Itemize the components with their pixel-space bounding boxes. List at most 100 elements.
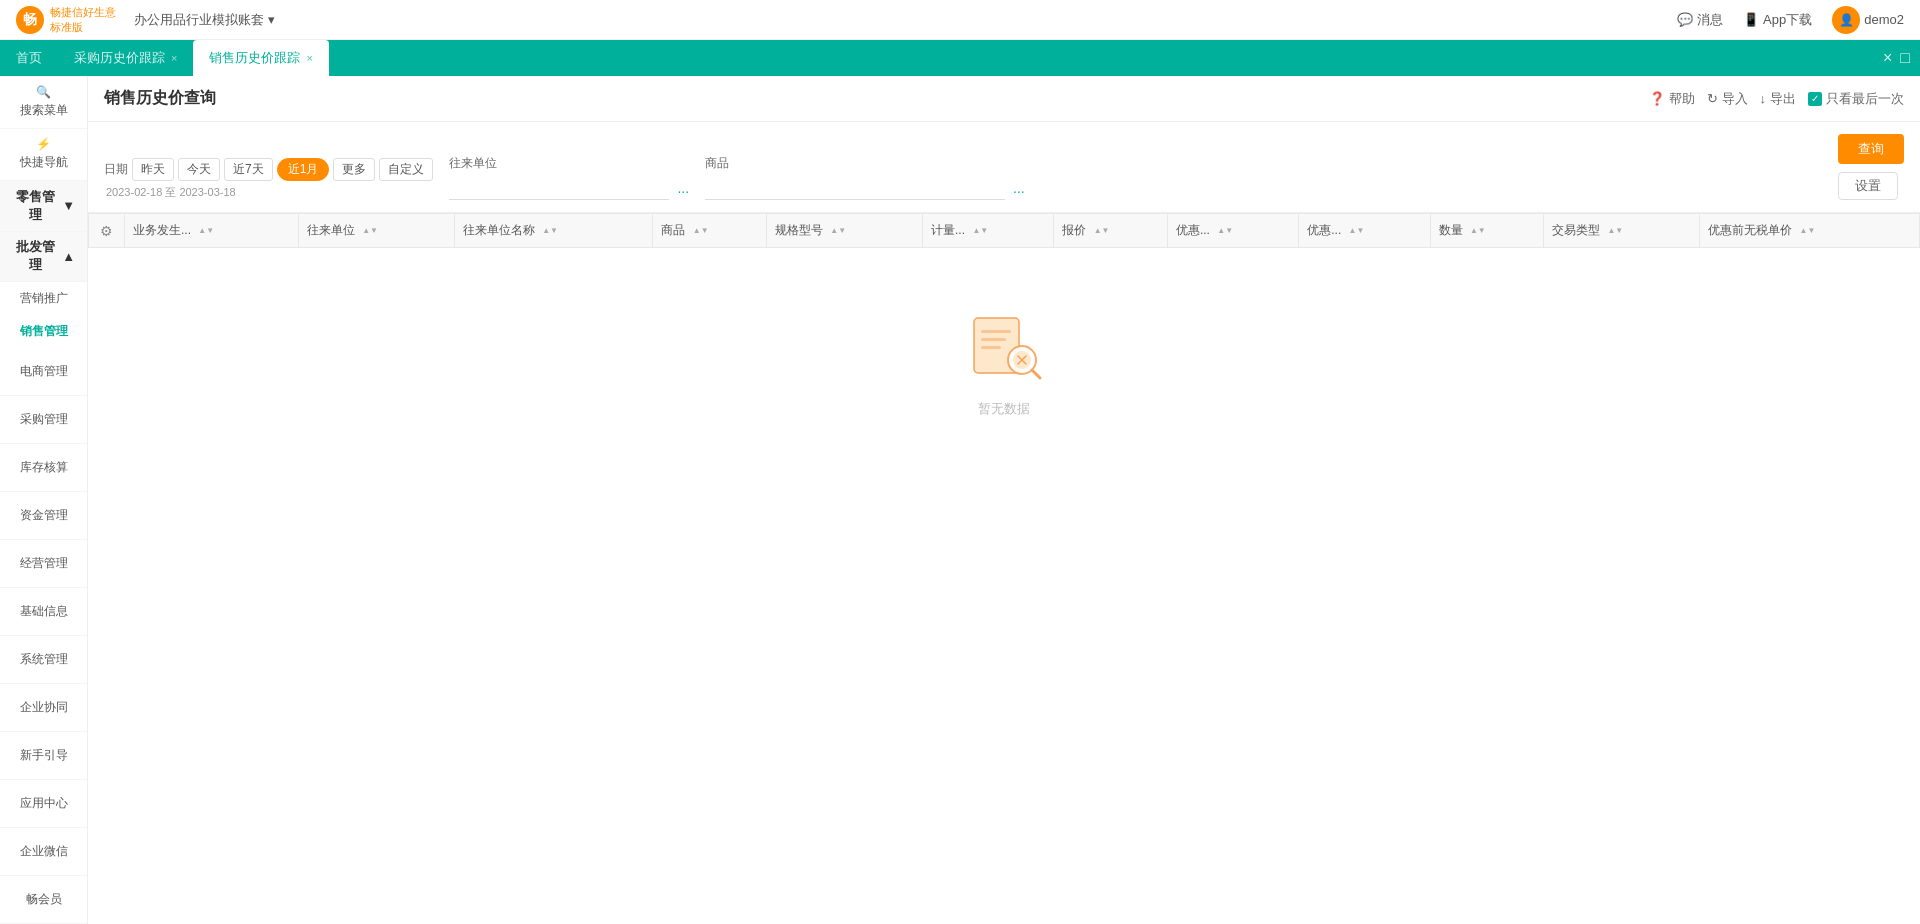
col-partner-code[interactable]: 往来单位 ▲▼	[298, 214, 454, 248]
user-menu[interactable]: 👤 demo2	[1832, 6, 1904, 34]
only-last-checkbox[interactable]: ✓ 只看最后一次	[1808, 90, 1904, 108]
date-btn-today[interactable]: 今天	[178, 158, 220, 181]
tab-purchase-history[interactable]: 采购历史价跟踪 ×	[58, 40, 193, 76]
sidebar-item-wholesale-manage[interactable]: 批发管理 ▲	[0, 232, 87, 282]
retail-collapse-icon: ▼	[62, 198, 75, 213]
date-btn-last7[interactable]: 近7天	[224, 158, 273, 181]
sidebar-item-search-menu[interactable]: 🔍 搜索菜单	[0, 76, 87, 129]
page-header: 销售历史价查询 ❓ 帮助 ↻ 导入 ↓ 导出 ✓	[88, 76, 1920, 122]
avatar: 👤	[1832, 6, 1860, 34]
col-biz-date[interactable]: 业务发生... ▲▼	[125, 214, 299, 248]
col-discount2[interactable]: 优惠... ▲▼	[1299, 214, 1430, 248]
date-btn-more[interactable]: 更多	[333, 158, 375, 181]
page-title: 销售历史价查询	[104, 88, 216, 109]
table-header-row: ⚙ 业务发生... ▲▼ 往来单位 ▲▼ 往来单位名称	[89, 214, 1920, 248]
nav-selector[interactable]: 办公用品行业模拟账套 ▾	[126, 7, 283, 33]
export-icon: ↓	[1760, 91, 1767, 106]
query-btn[interactable]: 查询	[1838, 134, 1904, 164]
sidebar: 🔍 搜索菜单 ⚡ 快捷导航 零售管理 ▼ 批发管理 ▲ 营销推广 销售管理 电商…	[0, 76, 88, 924]
checkbox-icon: ✓	[1808, 92, 1822, 106]
sort-icon-biz-date: ▲▼	[198, 227, 214, 235]
import-btn[interactable]: ↻ 导入	[1707, 90, 1748, 108]
tab-spacer	[329, 40, 1873, 76]
col-pretax-price[interactable]: 优惠前无税单价 ▲▼	[1700, 214, 1920, 248]
col-partner-name[interactable]: 往来单位名称 ▲▼	[454, 214, 653, 248]
empty-state: 暂无数据	[88, 248, 1920, 478]
sidebar-item-new-guide[interactable]: 新手引导	[0, 732, 87, 780]
app-download-btn[interactable]: 📱 App下载	[1743, 11, 1812, 29]
import-icon: ↻	[1707, 91, 1718, 106]
col-spec[interactable]: 规格型号 ▲▼	[766, 214, 922, 248]
sort-icon-quantity: ▲▼	[1470, 227, 1486, 235]
svg-rect-1	[981, 330, 1011, 333]
svg-line-6	[1032, 370, 1040, 378]
partner-dots[interactable]: ...	[677, 180, 689, 196]
sidebar-item-operations[interactable]: 经营管理	[0, 540, 87, 588]
goods-dots[interactable]: ...	[1013, 180, 1025, 196]
sidebar-item-member[interactable]: 畅会员	[0, 876, 87, 924]
col-quote[interactable]: 报价 ▲▼	[1054, 214, 1168, 248]
content-area: 销售历史价查询 ❓ 帮助 ↻ 导入 ↓ 导出 ✓	[88, 76, 1920, 924]
date-btn-custom[interactable]: 自定义	[379, 158, 433, 181]
col-unit[interactable]: 计量... ▲▼	[923, 214, 1054, 248]
sidebar-item-basic-info[interactable]: 基础信息	[0, 588, 87, 636]
sidebar-item-quick-nav[interactable]: ⚡ 快捷导航	[0, 129, 87, 182]
sidebar-item-enterprise-wechat[interactable]: 企业微信	[0, 828, 87, 876]
close-window-btn[interactable]: ×	[1883, 50, 1892, 66]
date-btn-last1month[interactable]: 近1月	[277, 158, 330, 181]
sidebar-item-finance[interactable]: 资金管理	[0, 492, 87, 540]
help-btn[interactable]: ❓ 帮助	[1649, 90, 1695, 108]
main-layout: 🔍 搜索菜单 ⚡ 快捷导航 零售管理 ▼ 批发管理 ▲ 营销推广 销售管理 电商…	[0, 76, 1920, 924]
partner-input-row: ...	[449, 176, 689, 200]
date-btn-yesterday[interactable]: 昨天	[132, 158, 174, 181]
tab-sales-history[interactable]: 销售历史价跟踪 ×	[193, 40, 328, 76]
close-tab-purchase[interactable]: ×	[171, 52, 177, 64]
sort-icon-unit: ▲▼	[972, 227, 988, 235]
sidebar-item-marketing[interactable]: 营销推广	[0, 282, 87, 315]
top-bar-left: 畅 畅捷信好生意 标准版 办公用品行业模拟账套 ▾	[16, 5, 283, 34]
sidebar-item-ecommerce[interactable]: 电商管理	[0, 348, 87, 396]
filter-bar: 日期 昨天 今天 近7天 近1月 更多 自定义 2023-02-18 至 202…	[88, 122, 1920, 213]
sort-icon-quote: ▲▼	[1094, 227, 1110, 235]
tab-bar: 首页 采购历史价跟踪 × 销售历史价跟踪 × × □	[0, 40, 1920, 76]
sidebar-item-inventory[interactable]: 库存核算	[0, 444, 87, 492]
col-discount1[interactable]: 优惠... ▲▼	[1167, 214, 1298, 248]
top-bar-right: 💬 消息 📱 App下载 👤 demo2	[1677, 6, 1904, 34]
table-header: ⚙ 业务发生... ▲▼ 往来单位 ▲▼ 往来单位名称	[89, 214, 1920, 248]
help-icon: ❓	[1649, 91, 1665, 106]
message-icon: 💬	[1677, 12, 1693, 27]
top-bar: 畅 畅捷信好生意 标准版 办公用品行业模拟账套 ▾ 💬 消息 📱 App下载 👤…	[0, 0, 1920, 40]
sort-icon-discount1: ▲▼	[1217, 227, 1233, 235]
sidebar-item-retail-manage[interactable]: 零售管理 ▼	[0, 181, 87, 231]
partner-label: 往来单位	[449, 155, 689, 172]
sidebar-item-purchase[interactable]: 采购管理	[0, 396, 87, 444]
sidebar-item-enterprise[interactable]: 企业协同	[0, 684, 87, 732]
export-btn[interactable]: ↓ 导出	[1760, 90, 1797, 108]
goods-input[interactable]	[705, 176, 1005, 200]
empty-icon	[954, 308, 1054, 388]
sort-icon-partner-code: ▲▼	[362, 227, 378, 235]
date-filter: 日期 昨天 今天 近7天 近1月 更多 自定义 2023-02-18 至 202…	[104, 158, 433, 200]
page-header-actions: ❓ 帮助 ↻ 导入 ↓ 导出 ✓ 只看最后一次	[1649, 90, 1905, 108]
message-btn[interactable]: 💬 消息	[1677, 11, 1723, 29]
logo-text: 畅捷信好生意 标准版	[50, 5, 116, 34]
phone-icon: 📱	[1743, 12, 1759, 27]
date-buttons: 日期 昨天 今天 近7天 近1月 更多 自定义	[104, 158, 433, 181]
logo-icon: 畅	[16, 6, 44, 34]
close-tab-sales[interactable]: ×	[306, 52, 312, 64]
page-content: 销售历史价查询 ❓ 帮助 ↻ 导入 ↓ 导出 ✓	[88, 76, 1920, 924]
maximize-window-btn[interactable]: □	[1900, 50, 1910, 66]
col-trade-type[interactable]: 交易类型 ▲▼	[1544, 214, 1700, 248]
tab-home[interactable]: 首页	[0, 40, 58, 76]
partner-input[interactable]	[449, 176, 669, 200]
col-quantity[interactable]: 数量 ▲▼	[1430, 214, 1544, 248]
sidebar-item-system[interactable]: 系统管理	[0, 636, 87, 684]
settings-btn[interactable]: 设置	[1838, 172, 1898, 200]
sort-icon-goods: ▲▼	[693, 227, 709, 235]
quick-nav-icon: ⚡	[36, 137, 51, 151]
column-settings-icon[interactable]: ⚙	[100, 223, 113, 239]
partner-filter: 往来单位 ...	[449, 155, 689, 200]
sidebar-item-app-center[interactable]: 应用中心	[0, 780, 87, 828]
col-goods[interactable]: 商品 ▲▼	[653, 214, 767, 248]
sidebar-item-sales-manage[interactable]: 销售管理	[0, 315, 87, 348]
